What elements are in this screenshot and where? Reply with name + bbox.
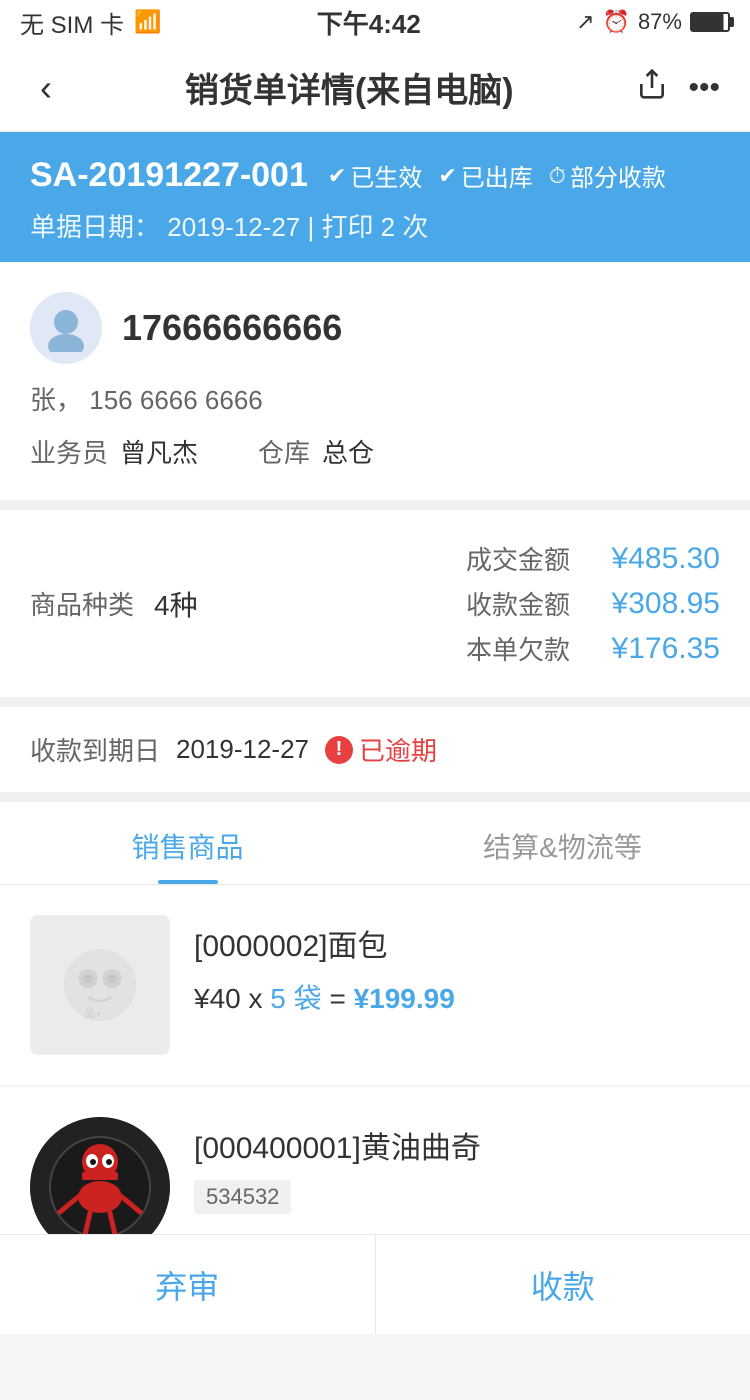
customer-section: 17666666666 张， 156 6666 6666 业务员 曾凡杰 仓库 …	[0, 262, 750, 510]
cancel-button[interactable]: 弃审	[0, 1235, 376, 1334]
product-name-cookie: [000400001]黄油曲奇	[194, 1123, 720, 1167]
status-left: 无 SIM 卡 📶	[20, 5, 161, 40]
customer-info: 张， 156 6666 6666	[30, 380, 720, 417]
battery-label: 87%	[638, 9, 682, 35]
print-info: | 打印 2 次	[307, 212, 428, 242]
bread-x: x	[249, 983, 271, 1014]
customer-meta: 业务员 曾凡杰 仓库 总仓	[30, 433, 720, 470]
owed-value: ¥176.35	[590, 632, 720, 666]
order-header-top: SA-20191227-001 ✔ 已生效 ✔ 已出库 ⏱ 部分收款	[30, 156, 720, 195]
received-amount-row: 收款金额 ¥308.95	[466, 585, 720, 622]
bread-eq: =	[329, 983, 353, 1014]
status-badges: ✔ 已生效 ✔ 已出库 ⏱ 部分收款	[328, 158, 666, 193]
due-date-label: 收款到期日	[30, 731, 160, 768]
badge-shipped: ✔ 已出库	[438, 158, 532, 193]
bread-unit: 袋	[294, 983, 322, 1014]
page-title: 销货单详情(来自电脑)	[185, 63, 514, 112]
wifi-icon: 📶	[134, 9, 161, 35]
product-sku-cookie: 534532	[194, 1180, 291, 1214]
more-button[interactable]: •••	[688, 71, 720, 105]
owed-amount-row: 本单欠款 ¥176.35	[466, 630, 720, 667]
badge-shipped-label: 已出库	[461, 158, 533, 193]
badge-activated-label: 已生效	[350, 158, 422, 193]
tab-sales-products[interactable]: 销售商品	[0, 802, 375, 884]
warehouse-item: 仓库 总仓	[258, 433, 374, 470]
warehouse-label: 仓库	[258, 433, 310, 470]
avatar	[30, 292, 102, 364]
types-value: 4种	[154, 584, 198, 624]
tab-settlement-label: 结算&物流等	[483, 832, 642, 863]
check-icon-1: ✔	[328, 163, 346, 189]
status-right: ↗ ⏰ 87%	[576, 9, 730, 35]
salesperson-label: 业务员	[30, 433, 108, 470]
order-id: SA-20191227-001	[30, 156, 308, 195]
deal-amount-row: 成交金额 ¥485.30	[466, 540, 720, 577]
svg-text:品+: 品+	[84, 1007, 102, 1020]
bottom-bar: 弃审 收款	[0, 1234, 750, 1334]
warehouse-value: 总仓	[322, 433, 374, 470]
salesperson-item: 业务员 曾凡杰	[30, 433, 198, 470]
customer-contact-phone: 156 6666 6666	[89, 385, 263, 415]
product-name-bread: [0000002]面包	[194, 921, 720, 965]
summary-right: 成交金额 ¥485.30 收款金额 ¥308.95 本单欠款 ¥176.35	[466, 540, 720, 667]
customer-name-label: 张，	[30, 385, 82, 415]
types-label: 商品种类	[30, 585, 134, 622]
summary-left: 商品种类 4种	[30, 540, 198, 667]
battery-icon	[690, 12, 730, 32]
customer-phone: 17666666666	[122, 307, 342, 349]
location-icon: ↗	[576, 9, 594, 35]
alarm-icon: ⏰	[603, 9, 630, 35]
bread-qty: 5	[270, 983, 286, 1014]
deal-amount-value: ¥485.30	[590, 542, 720, 576]
salesperson-value: 曾凡杰	[120, 433, 198, 470]
nav-bar: ‹ 销货单详情(来自电脑) •••	[0, 44, 750, 132]
customer-top: 17666666666	[30, 292, 720, 364]
received-label: 收款金额	[466, 585, 570, 622]
overdue-icon: !	[325, 736, 353, 764]
carrier-label: 无 SIM 卡	[20, 5, 124, 40]
badge-partial-label: 部分收款	[570, 158, 666, 193]
back-button[interactable]: ‹	[30, 57, 62, 119]
received-value: ¥308.95	[590, 587, 720, 621]
order-header: SA-20191227-001 ✔ 已生效 ✔ 已出库 ⏱ 部分收款 单据日期：…	[0, 132, 750, 262]
confirm-button[interactable]: 收款	[376, 1235, 750, 1334]
bread-price: ¥40	[194, 983, 241, 1014]
date-label: 单据日期：	[30, 212, 160, 242]
nav-actions: •••	[636, 68, 720, 108]
summary-section: 商品种类 4种 成交金额 ¥485.30 收款金额 ¥308.95 本单欠款 ¥…	[0, 510, 750, 707]
tab-sales-label: 销售商品	[131, 832, 243, 863]
bread-total: ¥199.99	[354, 983, 455, 1014]
overdue-text: 已逾期	[359, 731, 437, 768]
order-date-value: 2019-12-27	[167, 212, 300, 242]
share-button[interactable]	[636, 68, 668, 108]
due-date-section: 收款到期日 2019-12-27 ! 已逾期	[0, 707, 750, 802]
order-date: 单据日期： 2019-12-27 | 打印 2 次	[30, 207, 720, 244]
badge-activated: ✔ 已生效	[328, 158, 422, 193]
product-info-bread: [0000002]面包 ¥40 x 5 袋 = ¥199.99	[194, 915, 720, 1017]
time-label: 下午4:42	[317, 4, 421, 41]
tabs-section: 销售商品 结算&物流等	[0, 802, 750, 885]
owed-label: 本单欠款	[466, 630, 570, 667]
overdue-badge: ! 已逾期	[325, 731, 437, 768]
product-item: 品+ [0000002]面包 ¥40 x 5 袋 = ¥199.99	[0, 885, 750, 1085]
due-date-value: 2019-12-27	[176, 734, 309, 765]
tab-settlement[interactable]: 结算&物流等	[375, 802, 750, 884]
check-icon-2: ✔	[438, 163, 456, 189]
product-price-bread: ¥40 x 5 袋 = ¥199.99	[194, 977, 720, 1017]
clock-icon: ⏱	[549, 163, 566, 189]
deal-amount-label: 成交金额	[466, 540, 570, 577]
product-image-bread: 品+	[30, 915, 170, 1055]
badge-partial: ⏱ 部分收款	[549, 158, 666, 193]
status-bar: 无 SIM 卡 📶 下午4:42 ↗ ⏰ 87%	[0, 0, 750, 44]
